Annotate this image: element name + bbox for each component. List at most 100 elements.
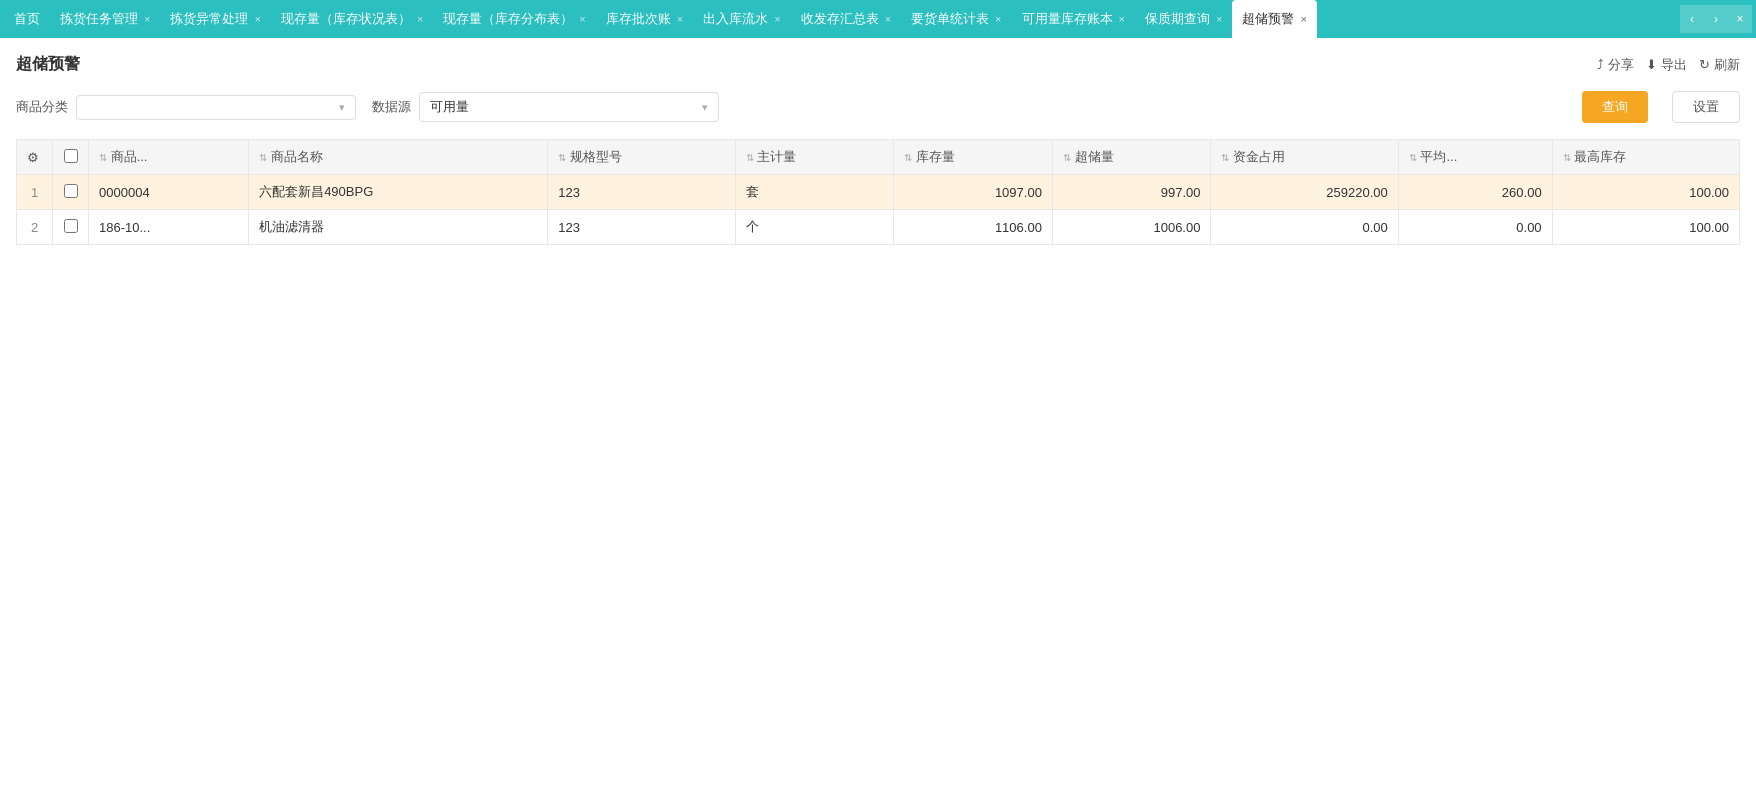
nav-item-label: 现存量（库存分布表） — [443, 10, 573, 28]
cell-stock_qty: 1097.00 — [894, 175, 1053, 210]
datasource-select-value: 可用量 — [430, 98, 469, 116]
cell-max_stock: 100.00 — [1552, 175, 1739, 210]
page-container: 超储预警 ⤴ 分享 ⬇ 导出 ↻ 刷新 商品分类 ▾ 数据源 — [0, 38, 1756, 800]
cell-unit: 个 — [735, 210, 894, 245]
nav-item-close[interactable]: × — [885, 13, 891, 25]
row-index: 2 — [17, 210, 53, 245]
sort-icon: ⇅ — [99, 152, 107, 163]
nav-item-11[interactable]: 超储预警 × — [1232, 0, 1316, 38]
col-unit[interactable]: ⇅ 主计量 — [735, 140, 894, 175]
row-checkbox[interactable] — [64, 219, 78, 233]
category-chevron-icon: ▾ — [339, 101, 345, 114]
nav-item-4[interactable]: 现存量（库存分布表） × — [433, 0, 595, 38]
export-label: 导出 — [1661, 56, 1687, 74]
cell-stock_qty: 1106.00 — [894, 210, 1053, 245]
nav-item-7[interactable]: 收发存汇总表 × — [791, 0, 901, 38]
cell-product_name: 六配套新昌490BPG — [249, 175, 548, 210]
col-avg[interactable]: ⇅ 平均... — [1398, 140, 1552, 175]
col-max-stock[interactable]: ⇅ 最高库存 — [1552, 140, 1739, 175]
top-nav: 首页拣货任务管理×拣货异常处理×现存量（库存状况表）×现存量（库存分布表）×库存… — [0, 0, 1756, 38]
nav-item-label: 出入库流水 — [703, 10, 768, 28]
nav-item-0[interactable]: 首页 — [4, 0, 50, 38]
data-table: ⚙ ⇅ 商品... ⇅ 商品名称 ⇅ 规格型号 ⇅ — [16, 139, 1740, 245]
col-stock-qty[interactable]: ⇅ 库存量 — [894, 140, 1053, 175]
page-header: 超储预警 ⤴ 分享 ⬇ 导出 ↻ 刷新 — [16, 54, 1740, 75]
nav-item-label: 收发存汇总表 — [801, 10, 879, 28]
export-button[interactable]: ⬇ 导出 — [1646, 56, 1687, 74]
sort-icon: ⇅ — [1409, 152, 1417, 163]
export-icon: ⬇ — [1646, 57, 1657, 72]
settings-button[interactable]: 设置 — [1672, 91, 1740, 123]
row-index: 1 — [17, 175, 53, 210]
cell-max_stock: 100.00 — [1552, 210, 1739, 245]
nav-item-close[interactable]: × — [677, 13, 683, 25]
col-product-code[interactable]: ⇅ 商品... — [89, 140, 249, 175]
datasource-filter: 数据源 可用量 ▾ — [372, 92, 719, 122]
cell-over_qty: 997.00 — [1052, 175, 1211, 210]
col-capital[interactable]: ⇅ 资金占用 — [1211, 140, 1398, 175]
query-button[interactable]: 查询 — [1582, 91, 1648, 123]
category-label: 商品分类 — [16, 98, 68, 116]
sort-icon: ⇅ — [1221, 152, 1229, 163]
nav-item-close[interactable]: × — [1300, 13, 1306, 25]
nav-item-close[interactable]: × — [1119, 13, 1125, 25]
nav-item-9[interactable]: 可用量库存账本× — [1012, 0, 1135, 38]
select-all-checkbox[interactable] — [64, 149, 78, 163]
nav-item-3[interactable]: 现存量（库存状况表）× — [271, 0, 433, 38]
datasource-select[interactable]: 可用量 ▾ — [419, 92, 719, 122]
sort-icon: ⇅ — [1063, 152, 1071, 163]
nav-item-8[interactable]: 要货单统计表× — [901, 0, 1011, 38]
nav-item-close[interactable]: × — [995, 13, 1001, 25]
col-max-stock-label: 最高库存 — [1574, 149, 1626, 164]
cell-capital: 0.00 — [1211, 210, 1398, 245]
nav-left-arrow[interactable]: ‹ — [1680, 5, 1704, 33]
cell-product_code: 0000004 — [89, 175, 249, 210]
table-row: 10000004六配套新昌490BPG123套1097.00997.002592… — [17, 175, 1740, 210]
nav-item-10[interactable]: 保质期查询 × — [1135, 0, 1232, 38]
col-product-name-label: 商品名称 — [271, 149, 323, 164]
nav-item-close[interactable]: × — [579, 13, 585, 25]
col-unit-label: 主计量 — [757, 149, 796, 164]
nav-item-close[interactable]: × — [254, 13, 260, 25]
nav-right-arrow[interactable]: › — [1704, 5, 1728, 33]
col-over-qty[interactable]: ⇅ 超储量 — [1052, 140, 1211, 175]
nav-item-1[interactable]: 拣货任务管理× — [50, 0, 160, 38]
nav-item-label: 拣货异常处理 — [170, 10, 248, 28]
table-header-row: ⚙ ⇅ 商品... ⇅ 商品名称 ⇅ 规格型号 ⇅ — [17, 140, 1740, 175]
nav-item-5[interactable]: 库存批次账 × — [596, 0, 693, 38]
category-select[interactable]: ▾ — [76, 95, 356, 120]
row-checkbox[interactable] — [64, 184, 78, 198]
nav-item-label: 超储预警 — [1242, 10, 1294, 28]
col-stock-qty-label: 库存量 — [916, 149, 955, 164]
col-avg-label: 平均... — [1420, 149, 1457, 164]
gear-header[interactable]: ⚙ — [17, 140, 53, 175]
nav-item-close[interactable]: × — [144, 13, 150, 25]
category-filter: 商品分类 ▾ — [16, 95, 356, 120]
refresh-button[interactable]: ↻ 刷新 — [1699, 56, 1740, 74]
cell-capital: 259220.00 — [1211, 175, 1398, 210]
nav-item-label: 保质期查询 — [1145, 10, 1210, 28]
share-icon: ⤴ — [1597, 57, 1604, 72]
nav-more-btn[interactable]: × — [1728, 5, 1752, 33]
page-title: 超储预警 — [16, 54, 80, 75]
sort-icon: ⇅ — [746, 152, 754, 163]
col-spec[interactable]: ⇅ 规格型号 — [548, 140, 735, 175]
nav-item-close[interactable]: × — [1216, 13, 1222, 25]
nav-item-close[interactable]: × — [417, 13, 423, 25]
col-product-name[interactable]: ⇅ 商品名称 — [249, 140, 548, 175]
nav-item-6[interactable]: 出入库流水 × — [693, 0, 790, 38]
cell-unit: 套 — [735, 175, 894, 210]
nav-item-label: 库存批次账 — [606, 10, 671, 28]
col-product-code-label: 商品... — [111, 149, 148, 164]
refresh-label: 刷新 — [1714, 56, 1740, 74]
table-row: 2186-10...机油滤清器123个1106.001006.000.000.0… — [17, 210, 1740, 245]
cell-product_name: 机油滤清器 — [249, 210, 548, 245]
nav-item-close[interactable]: × — [774, 13, 780, 25]
sort-icon: ⇅ — [904, 152, 912, 163]
sort-icon: ⇅ — [259, 152, 267, 163]
share-button[interactable]: ⤴ 分享 — [1597, 56, 1634, 74]
cell-over_qty: 1006.00 — [1052, 210, 1211, 245]
nav-item-2[interactable]: 拣货异常处理 × — [160, 0, 270, 38]
checkbox-header[interactable] — [53, 140, 89, 175]
header-actions: ⤴ 分享 ⬇ 导出 ↻ 刷新 — [1597, 56, 1740, 74]
